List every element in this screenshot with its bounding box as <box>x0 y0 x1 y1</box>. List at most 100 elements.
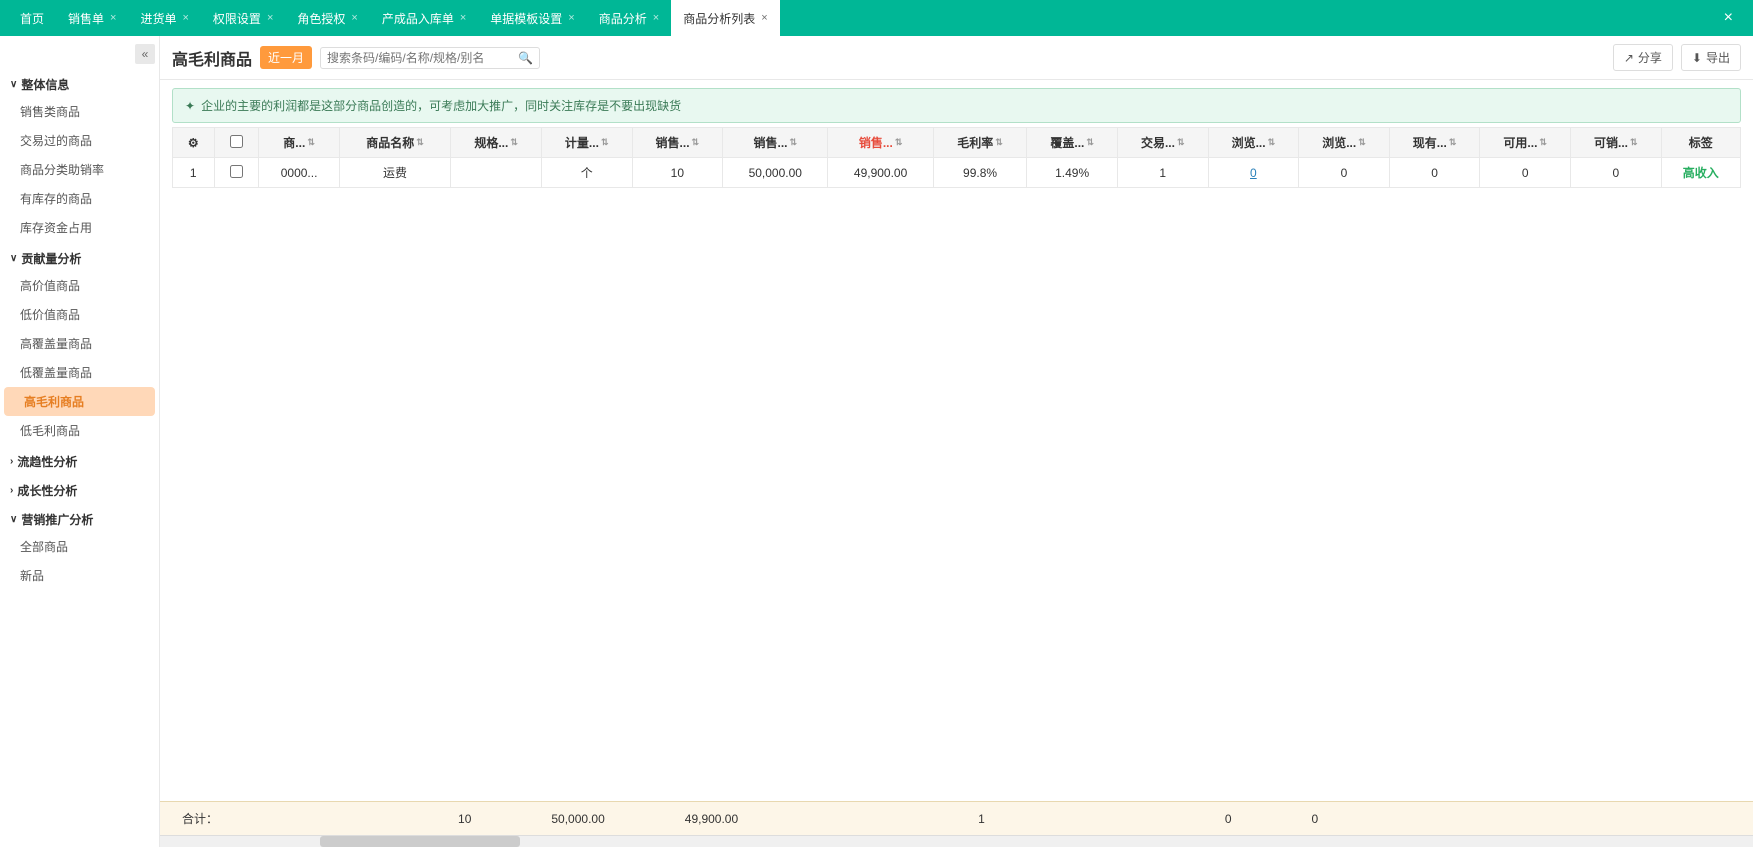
footer-sales-amount: 50,000.00 <box>511 812 644 826</box>
share-icon: ↗ <box>1624 51 1634 65</box>
nav-sales-order-close[interactable]: × <box>110 12 116 24</box>
nav-product-analysis-list-label: 商品分析列表 <box>683 10 755 27</box>
window-close-button[interactable]: × <box>1712 9 1745 27</box>
cell-views2: 0 <box>1299 158 1390 188</box>
sidebar-group-growth-arrow: › <box>10 485 13 496</box>
col-available[interactable]: 可用...⇅ <box>1480 128 1571 158</box>
sort-icon-sales-profit: ⇅ <box>895 137 903 148</box>
search-icon[interactable]: 🔍 <box>518 51 533 65</box>
nav-product-analysis[interactable]: 商品分析 × <box>587 0 671 36</box>
cell-views1[interactable]: 0 <box>1208 158 1299 188</box>
sort-icon-sellable: ⇅ <box>1630 137 1638 148</box>
col-current-stock[interactable]: 现有...⇅ <box>1389 128 1480 158</box>
cell-sales-qty: 10 <box>632 158 723 188</box>
main-layout: « ∨ 整体信息 销售类商品 交易过的商品 商品分类助销率 有库存的商品 库存资… <box>0 36 1753 847</box>
sort-icon-gross-margin: ⇅ <box>995 137 1003 148</box>
sidebar-collapse-button[interactable]: « <box>135 44 155 64</box>
col-gross-margin[interactable]: 毛利率⇅ <box>933 128 1027 158</box>
nav-purchase-order[interactable]: 进货单 × <box>128 0 200 36</box>
col-transaction[interactable]: 交易...⇅ <box>1117 128 1208 158</box>
cell-sellable: 0 <box>1571 158 1662 188</box>
select-all-checkbox[interactable] <box>230 135 243 148</box>
table-header-row: ⚙ 商...⇅ 商品名称⇅ 规格...⇅ 计量...⇅ 销售...⇅ 销售...… <box>173 128 1741 158</box>
sidebar-group-contribution-label: 贡献量分析 <box>21 250 81 267</box>
horizontal-scrollbar[interactable] <box>160 835 1753 847</box>
cell-sales-profit: 49,900.00 <box>828 158 933 188</box>
sidebar-item-new-goods[interactable]: 新品 <box>0 561 159 590</box>
cell-available: 0 <box>1480 158 1571 188</box>
nav-home[interactable]: 首页 <box>8 0 56 36</box>
col-views1[interactable]: 浏览...⇅ <box>1208 128 1299 158</box>
sidebar-item-category-rate[interactable]: 商品分类助销率 <box>0 155 159 184</box>
nav-role-auth-close[interactable]: × <box>351 12 357 24</box>
nav-template-settings-close[interactable]: × <box>568 12 574 24</box>
table-container: ⚙ 商...⇅ 商品名称⇅ 规格...⇅ 计量...⇅ 销售...⇅ 销售...… <box>160 127 1753 801</box>
cell-current-stock: 0 <box>1389 158 1480 188</box>
col-settings[interactable]: ⚙ <box>173 128 215 158</box>
col-code[interactable]: 商...⇅ <box>259 128 339 158</box>
export-icon: ⬇ <box>1692 51 1702 65</box>
sidebar-group-flow[interactable]: › 流趋性分析 <box>0 445 159 474</box>
sidebar-item-sales-goods[interactable]: 销售类商品 <box>0 97 159 126</box>
sidebar-group-growth-label: 成长性分析 <box>17 482 77 499</box>
sidebar-item-high-margin[interactable]: 高毛利商品 <box>4 387 155 416</box>
col-sales-amount[interactable]: 销售...⇅ <box>723 128 828 158</box>
nav-role-auth-label: 角色授权 <box>297 10 345 27</box>
cell-unit: 个 <box>541 158 632 188</box>
sidebar-item-high-coverage[interactable]: 高覆盖量商品 <box>0 329 159 358</box>
sidebar-item-low-value[interactable]: 低价值商品 <box>0 300 159 329</box>
cell-checkbox[interactable] <box>214 158 259 188</box>
col-sales-profit[interactable]: 销售...⇅ <box>828 128 933 158</box>
nav-home-label: 首页 <box>20 10 44 27</box>
col-views2[interactable]: 浏览...⇅ <box>1299 128 1390 158</box>
nav-product-analysis-list-close[interactable]: × <box>761 12 767 24</box>
sidebar-group-growth[interactable]: › 成长性分析 <box>0 474 159 503</box>
sidebar-group-flow-arrow: › <box>10 456 13 467</box>
sidebar-item-stock-capital[interactable]: 库存资金占用 <box>0 213 159 242</box>
nav-product-storage[interactable]: 产成品入库单 × <box>370 0 478 36</box>
sidebar-group-contribution[interactable]: ∨ 贡献量分析 <box>0 242 159 271</box>
sidebar-item-high-value[interactable]: 高价值商品 <box>0 271 159 300</box>
info-text: 企业的主要的利润都是这部分商品创造的，可考虑加大推广，同时关注库存是不要出现缺货 <box>201 97 681 114</box>
sidebar-item-all-goods[interactable]: 全部商品 <box>0 532 159 561</box>
nav-permission-settings[interactable]: 权限设置 × <box>201 0 285 36</box>
period-button[interactable]: 近一月 <box>260 46 312 69</box>
col-coverage[interactable]: 覆盖...⇅ <box>1027 128 1118 158</box>
col-unit[interactable]: 计量...⇅ <box>541 128 632 158</box>
col-spec[interactable]: 规格...⇅ <box>451 128 542 158</box>
nav-product-analysis-list[interactable]: 商品分析列表 × <box>671 0 779 36</box>
nav-purchase-order-close[interactable]: × <box>182 12 188 24</box>
search-input[interactable] <box>327 51 518 65</box>
nav-product-storage-close[interactable]: × <box>460 12 466 24</box>
col-sellable[interactable]: 可销...⇅ <box>1571 128 1662 158</box>
sidebar-item-in-stock[interactable]: 有库存的商品 <box>0 184 159 213</box>
nav-template-settings[interactable]: 单据模板设置 × <box>478 0 586 36</box>
footer-current-stock: 0 <box>1185 812 1272 826</box>
col-checkbox[interactable] <box>214 128 259 158</box>
nav-sales-order[interactable]: 销售单 × <box>56 0 128 36</box>
sort-icon-name: ⇅ <box>416 137 424 148</box>
sidebar-item-traded-goods[interactable]: 交易过的商品 <box>0 126 159 155</box>
sidebar-group-overall[interactable]: ∨ 整体信息 <box>0 68 159 97</box>
col-name[interactable]: 商品名称⇅ <box>339 128 451 158</box>
nav-product-analysis-close[interactable]: × <box>653 12 659 24</box>
sidebar-group-marketing-arrow: ∨ <box>10 514 17 525</box>
page-title: 高毛利商品 <box>172 46 252 70</box>
col-sales-qty[interactable]: 销售...⇅ <box>632 128 723 158</box>
content-header: 高毛利商品 近一月 🔍 ↗ 分享 ⬇ 导出 <box>160 36 1753 80</box>
nav-permission-settings-close[interactable]: × <box>267 12 273 24</box>
sidebar-item-low-coverage[interactable]: 低覆盖量商品 <box>0 358 159 387</box>
sidebar-group-overall-arrow: ∨ <box>10 79 17 90</box>
export-button[interactable]: ⬇ 导出 <box>1681 44 1741 71</box>
cell-name: 运费 <box>339 158 451 188</box>
cell-code: 0000... <box>259 158 339 188</box>
nav-product-analysis-label: 商品分析 <box>599 10 647 27</box>
nav-role-auth[interactable]: 角色授权 × <box>285 0 369 36</box>
sidebar-group-overall-label: 整体信息 <box>21 76 69 93</box>
share-button[interactable]: ↗ 分享 <box>1613 44 1673 71</box>
sidebar-item-low-margin[interactable]: 低毛利商品 <box>0 416 159 445</box>
sort-icon-views1: ⇅ <box>1268 137 1276 148</box>
sidebar: « ∨ 整体信息 销售类商品 交易过的商品 商品分类助销率 有库存的商品 库存资… <box>0 36 160 847</box>
sidebar-group-marketing[interactable]: ∨ 营销推广分析 <box>0 503 159 532</box>
row-checkbox[interactable] <box>230 165 243 178</box>
